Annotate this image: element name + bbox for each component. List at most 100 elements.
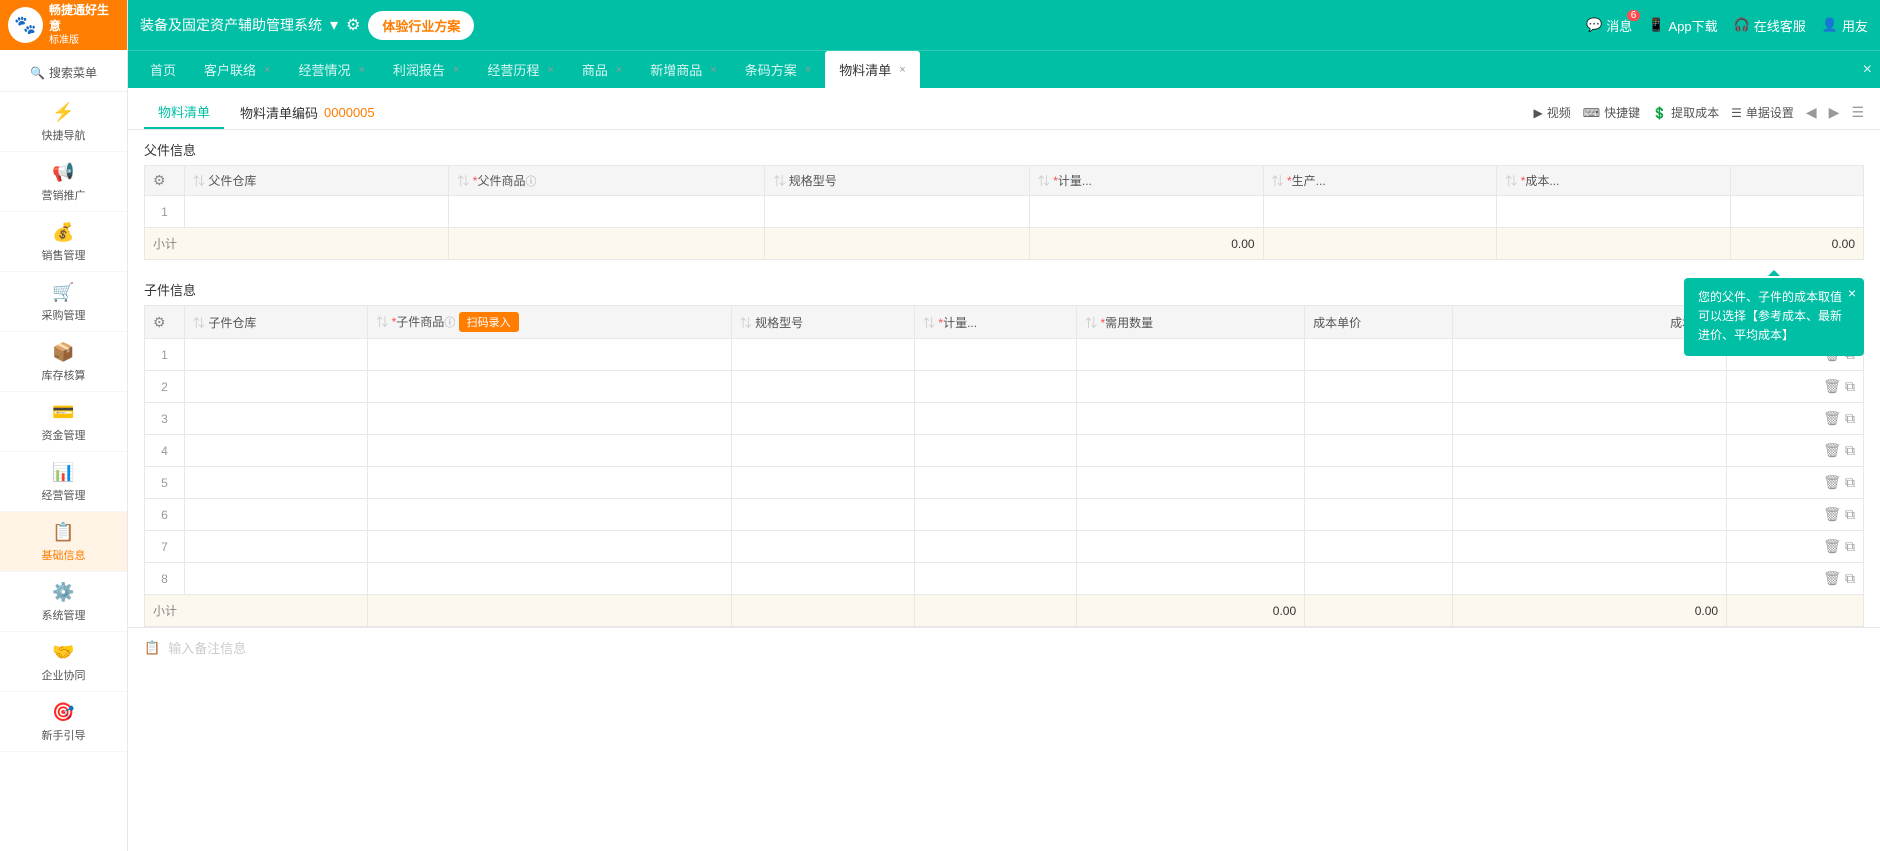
child-unit-cost-7[interactable]	[1305, 531, 1453, 563]
shortcut-action[interactable]: ⌨ 快捷键	[1583, 104, 1640, 121]
dropdown-icon[interactable]: ▾	[330, 15, 338, 35]
child-goods-6[interactable]	[368, 499, 732, 531]
pagination-menu[interactable]: ☰	[1851, 104, 1864, 121]
child-quantity-3[interactable]	[1077, 403, 1305, 435]
close-all-tabs[interactable]: ×	[1863, 61, 1872, 79]
child-unit-cost-8[interactable]	[1305, 563, 1453, 595]
delete-icon-4[interactable]: 🗑	[1823, 442, 1841, 459]
pagination-prev[interactable]: ◀	[1806, 104, 1817, 121]
sidebar-item-sales[interactable]: 💰销售管理	[0, 212, 127, 272]
sidebar-item-inventory[interactable]: 📦库存核算	[0, 332, 127, 392]
video-action[interactable]: ▶ 视频	[1534, 104, 1571, 121]
child-spec-3[interactable]	[731, 403, 914, 435]
child-unit-cost-5[interactable]	[1305, 467, 1453, 499]
tab-close-goods[interactable]: ×	[616, 64, 622, 76]
header-message[interactable]: 💬6消息	[1586, 16, 1632, 35]
child-goods-1[interactable]	[368, 339, 732, 371]
child-unit-8[interactable]	[915, 563, 1077, 595]
child-quantity-4[interactable]	[1077, 435, 1305, 467]
child-quantity-8[interactable]	[1077, 563, 1305, 595]
delete-icon-5[interactable]: 🗑	[1823, 474, 1841, 491]
parent-warehouse[interactable]	[185, 196, 449, 228]
sidebar-item-marketing[interactable]: 📢营销推广	[0, 152, 127, 212]
child-unit-cost-1[interactable]	[1305, 339, 1453, 371]
child-unit-1[interactable]	[915, 339, 1077, 371]
parent-goods[interactable]	[449, 196, 765, 228]
child-quantity-2[interactable]	[1077, 371, 1305, 403]
sidebar-item-purchase[interactable]: 🛒采购管理	[0, 272, 127, 332]
header-service[interactable]: 🎧在线客服	[1734, 16, 1806, 35]
delete-icon-2[interactable]: 🗑	[1823, 378, 1841, 395]
child-spec-1[interactable]	[731, 339, 914, 371]
child-quantity-5[interactable]	[1077, 467, 1305, 499]
delete-icon-6[interactable]: 🗑	[1823, 506, 1841, 523]
tab-close-history[interactable]: ×	[547, 64, 553, 76]
child-goods-4[interactable]	[368, 435, 732, 467]
tab-close-barcode[interactable]: ×	[805, 64, 811, 76]
nav-tab-barcode[interactable]: 条码方案×	[731, 51, 825, 89]
child-warehouse-5[interactable]	[185, 467, 368, 499]
copy-icon-6[interactable]: ⧉	[1845, 506, 1855, 523]
tab-bom-list[interactable]: 物料清单	[144, 96, 224, 129]
child-warehouse-3[interactable]	[185, 403, 368, 435]
child-unit-4[interactable]	[915, 435, 1077, 467]
parent-spec[interactable]	[765, 196, 1029, 228]
child-spec-6[interactable]	[731, 499, 914, 531]
child-goods-2[interactable]	[368, 371, 732, 403]
header-app[interactable]: 📱App下载	[1648, 16, 1717, 35]
search-menu-button[interactable]: 🔍 搜索菜单	[22, 60, 105, 85]
child-goods-8[interactable]	[368, 563, 732, 595]
tooltip-close-button[interactable]: ×	[1848, 282, 1856, 304]
child-unit-2[interactable]	[915, 371, 1077, 403]
tab-close-operation[interactable]: ×	[358, 64, 364, 76]
tab-close-bom[interactable]: ×	[899, 64, 905, 76]
scan-button[interactable]: 扫码录入	[459, 312, 519, 332]
trial-button[interactable]: 体验行业方案	[368, 11, 474, 40]
sidebar-item-system[interactable]: ⚙️系统管理	[0, 572, 127, 632]
sidebar-item-guide[interactable]: 🎯新手引导	[0, 692, 127, 752]
settings-icon[interactable]: ⚙	[346, 15, 360, 35]
sidebar-item-basic-info[interactable]: 📋基础信息	[0, 512, 127, 572]
child-quantity-1[interactable]	[1077, 339, 1305, 371]
child-spec-4[interactable]	[731, 435, 914, 467]
child-unit-6[interactable]	[915, 499, 1077, 531]
child-goods-3[interactable]	[368, 403, 732, 435]
child-spec-7[interactable]	[731, 531, 914, 563]
child-th-settings[interactable]: ⚙	[145, 306, 185, 339]
header-user[interactable]: 👤用友	[1822, 16, 1868, 35]
child-unit-5[interactable]	[915, 467, 1077, 499]
sidebar-search-area[interactable]: 🔍 搜索菜单	[0, 50, 127, 92]
nav-tab-operation[interactable]: 经营情况×	[284, 51, 378, 89]
child-spec-5[interactable]	[731, 467, 914, 499]
sidebar-item-operations[interactable]: 📊经营管理	[0, 452, 127, 512]
nav-tab-home[interactable]: 首页	[136, 51, 190, 89]
settings-action[interactable]: ☰ 单据设置	[1731, 104, 1794, 121]
child-warehouse-2[interactable]	[185, 371, 368, 403]
child-warehouse-6[interactable]	[185, 499, 368, 531]
copy-icon-2[interactable]: ⧉	[1845, 378, 1855, 395]
child-warehouse-7[interactable]	[185, 531, 368, 563]
child-quantity-7[interactable]	[1077, 531, 1305, 563]
copy-icon-7[interactable]: ⧉	[1845, 538, 1855, 555]
copy-icon-3[interactable]: ⧉	[1845, 410, 1855, 427]
child-goods-7[interactable]	[368, 531, 732, 563]
nav-tab-customer[interactable]: 客户联络×	[190, 51, 284, 89]
sidebar-item-enterprise[interactable]: 🤝企业协同	[0, 632, 127, 692]
parent-cost[interactable]	[1497, 196, 1731, 228]
parent-unit[interactable]	[1029, 196, 1263, 228]
child-quantity-6[interactable]	[1077, 499, 1305, 531]
copy-icon-4[interactable]: ⧉	[1845, 442, 1855, 459]
copy-icon-5[interactable]: ⧉	[1845, 474, 1855, 491]
tab-close-customer[interactable]: ×	[264, 64, 270, 76]
delete-icon-3[interactable]: 🗑	[1823, 410, 1841, 427]
tab-close-profit[interactable]: ×	[453, 64, 459, 76]
child-spec-2[interactable]	[731, 371, 914, 403]
pagination-next[interactable]: ▶	[1829, 104, 1840, 121]
child-unit-cost-6[interactable]	[1305, 499, 1453, 531]
sidebar-item-finance[interactable]: 💳资金管理	[0, 392, 127, 452]
parent-th-settings[interactable]: ⚙	[145, 166, 185, 196]
child-warehouse-8[interactable]	[185, 563, 368, 595]
nav-tab-profit[interactable]: 利润报告×	[379, 51, 473, 89]
delete-icon-8[interactable]: 🗑	[1823, 570, 1841, 587]
cost-action[interactable]: 💲 提取成本	[1652, 104, 1719, 121]
